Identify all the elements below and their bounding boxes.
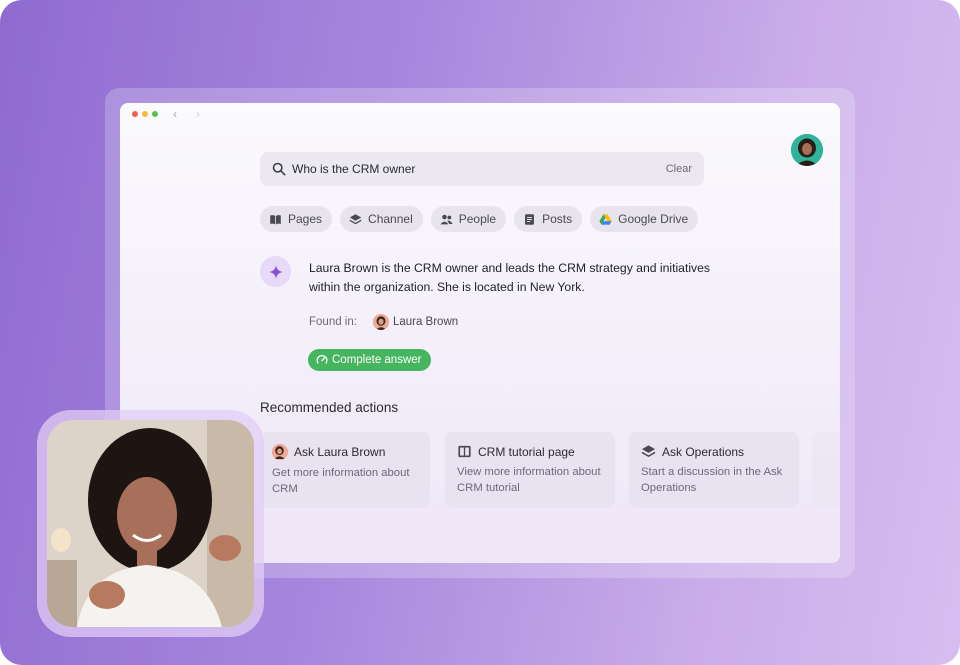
search-bar[interactable]: Who is the CRM owner Clear: [260, 152, 704, 186]
filter-chip-google-drive[interactable]: Google Drive: [590, 206, 699, 232]
action-card-crm-tutorial[interactable]: CRM tutorial page View more information …: [445, 432, 615, 508]
back-arrow-icon[interactable]: ‹: [173, 107, 177, 121]
document-icon: [525, 213, 535, 225]
search-icon: [272, 162, 286, 176]
search-input[interactable]: Who is the CRM owner: [292, 162, 666, 176]
clear-button[interactable]: Clear: [666, 163, 692, 175]
person-photo-icon: [47, 420, 254, 627]
user-avatar-icon: [791, 134, 823, 166]
book-icon: [458, 445, 471, 458]
user-avatar[interactable]: [791, 134, 823, 166]
recommended-actions-title: Recommended actions: [260, 400, 399, 415]
close-window-button[interactable]: [132, 111, 138, 117]
layers-icon: [641, 445, 656, 458]
filter-chip-label: Google Drive: [618, 212, 689, 226]
action-card-description: View more information about CRM tutorial: [457, 466, 601, 494]
filter-chip-posts[interactable]: Posts: [514, 206, 583, 232]
avatar-icon: [272, 444, 288, 460]
filter-chip-label: Channel: [368, 212, 413, 226]
action-card-ask-laura-brown[interactable]: Ask Laura Brown Get more information abo…: [260, 432, 430, 508]
filter-chip-pages[interactable]: Pages: [260, 206, 333, 232]
maximize-window-button[interactable]: [152, 111, 158, 117]
action-card-title: Ask Operations: [662, 444, 745, 459]
google-drive-icon: [599, 213, 612, 225]
window-controls: [132, 111, 158, 117]
sparkle-icon: [268, 264, 283, 279]
filter-chip-label: People: [458, 212, 497, 226]
people-icon: [440, 214, 453, 224]
found-in: Found in: Laura Brown: [309, 314, 458, 330]
action-card-description: Start a discussion in the Ask Operations: [641, 466, 783, 494]
background: ‹ › Who is the CRM owner Clear Pages Cha…: [0, 0, 960, 665]
minimize-window-button[interactable]: [142, 111, 148, 117]
action-card-partial[interactable]: [812, 432, 840, 508]
filter-chip-label: Posts: [542, 212, 573, 226]
action-card-ask-operations[interactable]: Ask Operations Start a discussion in the…: [629, 432, 799, 508]
action-card-description: Get more information about CRM: [272, 467, 410, 495]
ai-answer-badge: [260, 256, 291, 287]
filter-chip-label: Pages: [288, 212, 323, 226]
layers-icon: [349, 213, 362, 224]
found-in-avatar[interactable]: [372, 314, 389, 330]
filter-chip-people[interactable]: People: [430, 206, 507, 232]
found-in-person[interactable]: Laura Brown: [393, 316, 458, 328]
book-icon: [270, 214, 281, 224]
action-card-title: CRM tutorial page: [478, 444, 575, 459]
action-card-title: Ask Laura Brown: [294, 445, 386, 459]
person-avatar-icon: [372, 314, 389, 330]
gauge-icon: [316, 354, 328, 364]
video-call-tile: [47, 420, 254, 627]
complete-answer-badge: Complete answer: [308, 349, 432, 371]
filter-chip-channel[interactable]: Channel: [340, 206, 423, 232]
forward-arrow-icon[interactable]: ›: [196, 107, 200, 121]
found-in-label: Found in:: [309, 316, 357, 328]
complete-answer-label: Complete answer: [332, 354, 422, 366]
answer-text: Laura Brown is the CRM owner and leads t…: [309, 261, 711, 294]
filter-chips: Pages Channel People Posts Google Drive: [260, 206, 699, 232]
